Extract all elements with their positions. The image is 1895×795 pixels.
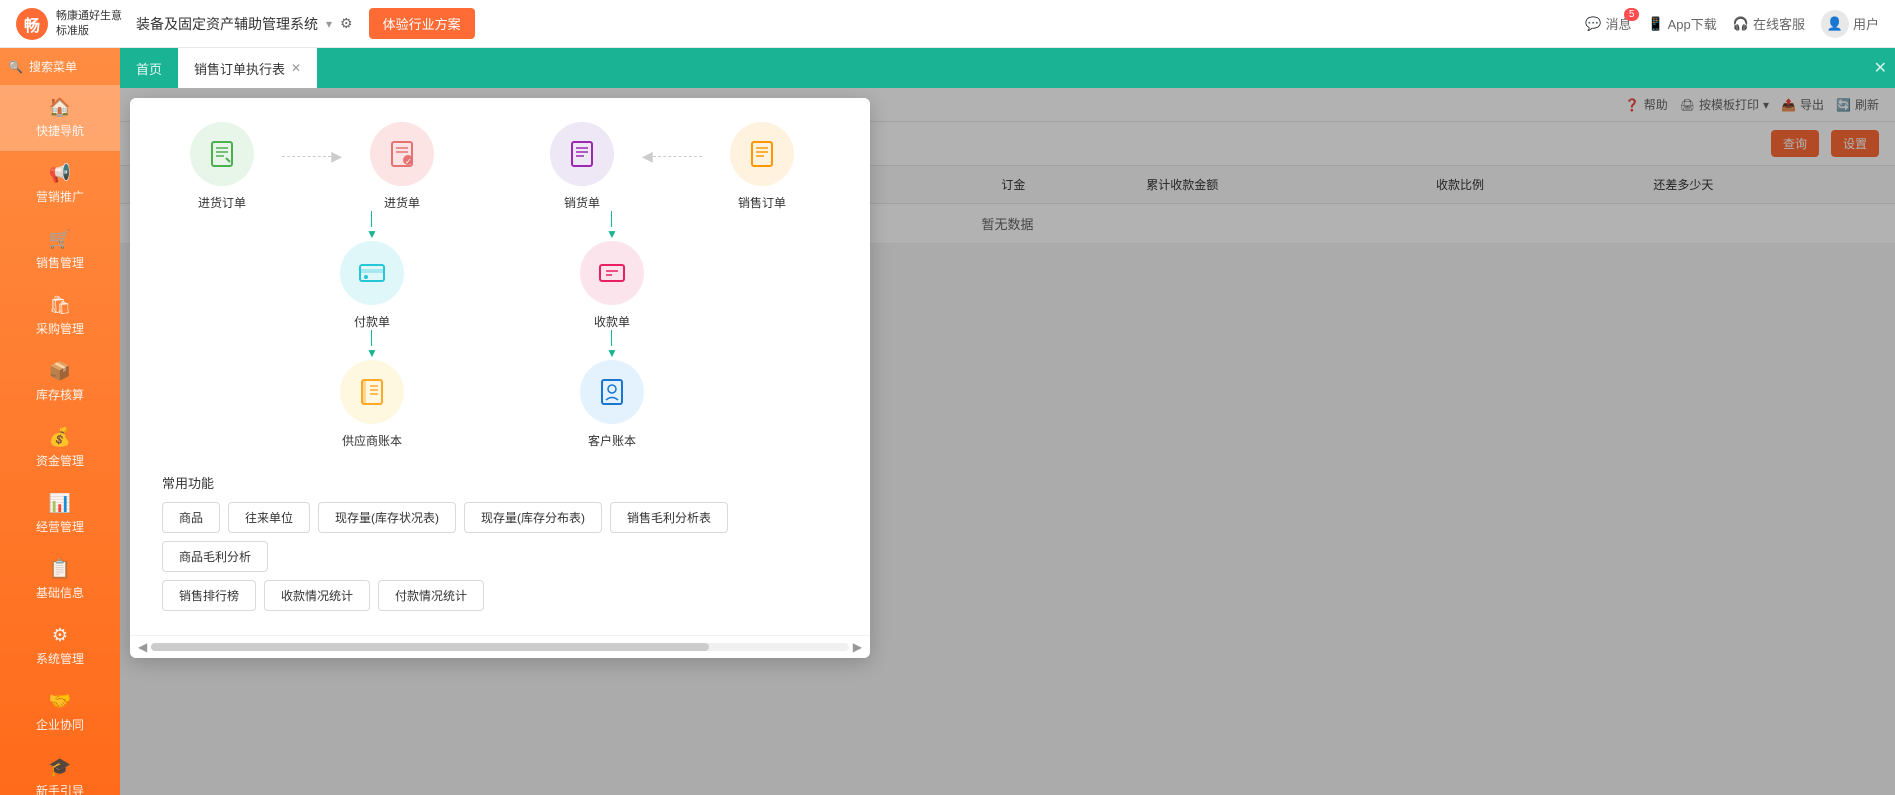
purchase-bill-label: 进货单: [384, 194, 420, 211]
sales-icon: 🛒: [49, 229, 71, 250]
message-item[interactable]: 💬 消息 5: [1585, 14, 1631, 33]
system-title: 装备及固定资产辅助管理系统 ▾ ⚙ 体验行业方案: [136, 8, 1585, 39]
close-all-tabs-icon[interactable]: ✕: [1874, 58, 1887, 78]
sidebar-item-quick-nav[interactable]: 🏠 快捷导航: [0, 85, 120, 151]
enterprise-icon: 🤝: [49, 691, 71, 712]
func-btn-sales-profit[interactable]: 销售毛利分析表: [610, 502, 728, 533]
operation-icon: 📊: [49, 493, 71, 514]
receipt-bill-label: 收款单: [594, 313, 630, 330]
modal-overlay: 进货订单 ▶: [120, 88, 1895, 795]
main-layout: 🔍 搜索菜单 🏠 快捷导航 📢 营销推广 🛒 销售管理 🛍 采购管理 📦 库存核…: [0, 48, 1895, 795]
modal-box: 进货订单 ▶: [130, 98, 870, 658]
trial-button[interactable]: 体验行业方案: [369, 8, 475, 39]
purchase-order-icon: [190, 122, 254, 186]
home-icon: 🏠: [49, 97, 71, 118]
func-title: 常用功能: [162, 473, 838, 492]
payment-bill-label: 付款单: [354, 313, 390, 330]
tab-sales-order-exec[interactable]: 销售订单执行表 ✕: [178, 48, 317, 88]
purchase-icon: 🛍: [49, 295, 72, 316]
func-buttons-row2: 销售排行榜 收款情况统计 付款情况统计: [162, 580, 838, 611]
func-buttons-row1: 商品 往来单位 现存量(库存状况表) 现存量(库存分布表) 销售毛利分析表 商品…: [162, 502, 838, 572]
receipt-bill-icon: [580, 241, 644, 305]
system-dropdown-icon[interactable]: ▾: [326, 17, 332, 31]
settings-icon[interactable]: ⚙: [340, 15, 353, 32]
close-tab-icon[interactable]: ✕: [291, 61, 301, 75]
sidebar-item-enterprise[interactable]: 🤝 企业协同: [0, 679, 120, 745]
search-icon: 🔍: [8, 60, 23, 74]
func-btn-product[interactable]: 商品: [162, 502, 220, 533]
sidebar-item-marketing[interactable]: 📢 营销推广: [0, 151, 120, 217]
sidebar-item-newbie[interactable]: 🎓 新手引导: [0, 745, 120, 795]
sidebar-search[interactable]: 🔍 搜索菜单: [0, 48, 120, 85]
sales-bill-label: 销货单: [564, 194, 600, 211]
flow-diagram: 进货订单 ▶: [162, 122, 838, 449]
node-receipt-bill[interactable]: 收款单: [552, 241, 672, 330]
headset-icon: 🎧: [1733, 16, 1749, 32]
customer-ledger-label: 客户账本: [588, 432, 636, 449]
payment-bill-icon: [340, 241, 404, 305]
sidebar-item-base-info[interactable]: 📋 基础信息: [0, 547, 120, 613]
logo-text: 畅康通好生意 标准版: [56, 9, 122, 38]
main-content: 首页 销售订单执行表 ✕ ✕ ❓ 帮助 🖨 按模板打印 ▾: [120, 48, 1895, 795]
sidebar: 🔍 搜索菜单 🏠 快捷导航 📢 营销推广 🛒 销售管理 🛍 采购管理 📦 库存核…: [0, 48, 120, 795]
func-btn-product-profit[interactable]: 商品毛利分析: [162, 541, 268, 572]
tab-bar: 首页 销售订单执行表 ✕ ✕: [120, 48, 1895, 88]
marketing-icon: 📢: [49, 163, 71, 184]
node-payment-bill[interactable]: 付款单: [312, 241, 432, 330]
scroll-left-icon[interactable]: ◀: [138, 640, 147, 654]
purchase-bill-icon: ✓: [370, 122, 434, 186]
app-download-item[interactable]: 📱 App下载: [1647, 14, 1716, 33]
sales-order-label: 销售订单: [738, 194, 786, 211]
message-badge: 5: [1624, 8, 1640, 21]
online-service-item[interactable]: 🎧 在线客服: [1733, 14, 1805, 33]
func-btn-sales-rank[interactable]: 销售排行榜: [162, 580, 256, 611]
phone-icon: 📱: [1647, 16, 1663, 32]
scrollbar-track[interactable]: [151, 643, 849, 651]
tab-home[interactable]: 首页: [120, 48, 178, 88]
func-btn-counterpart[interactable]: 往来单位: [228, 502, 310, 533]
logo-area: 畅 畅康通好生意 标准版: [16, 8, 136, 40]
modal-scrollbar: ◀ ▶: [130, 635, 870, 658]
page-area: ❓ 帮助 🖨 按模板打印 ▾ 📤 导出 🔄 刷新: [120, 88, 1895, 795]
logo-icon: 畅: [16, 8, 48, 40]
scroll-right-icon[interactable]: ▶: [853, 640, 862, 654]
base-info-icon: 📋: [49, 559, 71, 580]
node-sales-bill[interactable]: 销货单: [522, 122, 642, 211]
newbie-icon: 🎓: [49, 757, 71, 778]
sidebar-item-purchase[interactable]: 🛍 采购管理: [0, 283, 120, 349]
user-item[interactable]: 👤 用户: [1821, 10, 1879, 38]
sales-bill-icon: [550, 122, 614, 186]
svg-text:✓: ✓: [405, 157, 412, 166]
supplier-ledger-label: 供应商账本: [342, 432, 402, 449]
header-right: 💬 消息 5 📱 App下载 🎧 在线客服 👤 用户: [1585, 10, 1879, 38]
node-supplier-ledger[interactable]: 供应商账本: [312, 360, 432, 449]
avatar: 👤: [1821, 10, 1849, 38]
func-btn-payment-stats[interactable]: 付款情况统计: [378, 580, 484, 611]
system-icon: ⚙: [52, 625, 68, 646]
node-purchase-order[interactable]: 进货订单: [162, 122, 282, 211]
sidebar-item-inventory[interactable]: 📦 库存核算: [0, 349, 120, 415]
customer-ledger-icon: [580, 360, 644, 424]
sidebar-item-system[interactable]: ⚙ 系统管理: [0, 613, 120, 679]
modal-content: 进货订单 ▶: [130, 98, 870, 635]
inventory-icon: 📦: [49, 361, 71, 382]
sidebar-item-operation[interactable]: 📊 经营管理: [0, 481, 120, 547]
purchase-order-label: 进货订单: [198, 194, 246, 211]
func-btn-receipt-stats[interactable]: 收款情况统计: [264, 580, 370, 611]
message-icon: 💬: [1585, 16, 1601, 32]
sales-order-icon: [730, 122, 794, 186]
top-header: 畅 畅康通好生意 标准版 装备及固定资产辅助管理系统 ▾ ⚙ 体验行业方案 💬 …: [0, 0, 1895, 48]
func-btn-stock-dist[interactable]: 现存量(库存分布表): [464, 502, 602, 533]
func-btn-stock-status[interactable]: 现存量(库存状况表): [318, 502, 456, 533]
scrollbar-thumb: [151, 643, 709, 651]
supplier-ledger-icon: [340, 360, 404, 424]
finance-icon: 💰: [49, 427, 71, 448]
sidebar-item-sales[interactable]: 🛒 销售管理: [0, 217, 120, 283]
node-purchase-bill[interactable]: ✓ 进货单: [342, 122, 462, 211]
node-customer-ledger[interactable]: 客户账本: [552, 360, 672, 449]
node-sales-order[interactable]: 销售订单: [702, 122, 822, 211]
sidebar-item-finance[interactable]: 💰 资金管理: [0, 415, 120, 481]
func-section: 常用功能 商品 往来单位 现存量(库存状况表) 现存量(库存分布表) 销售毛利分…: [162, 473, 838, 611]
